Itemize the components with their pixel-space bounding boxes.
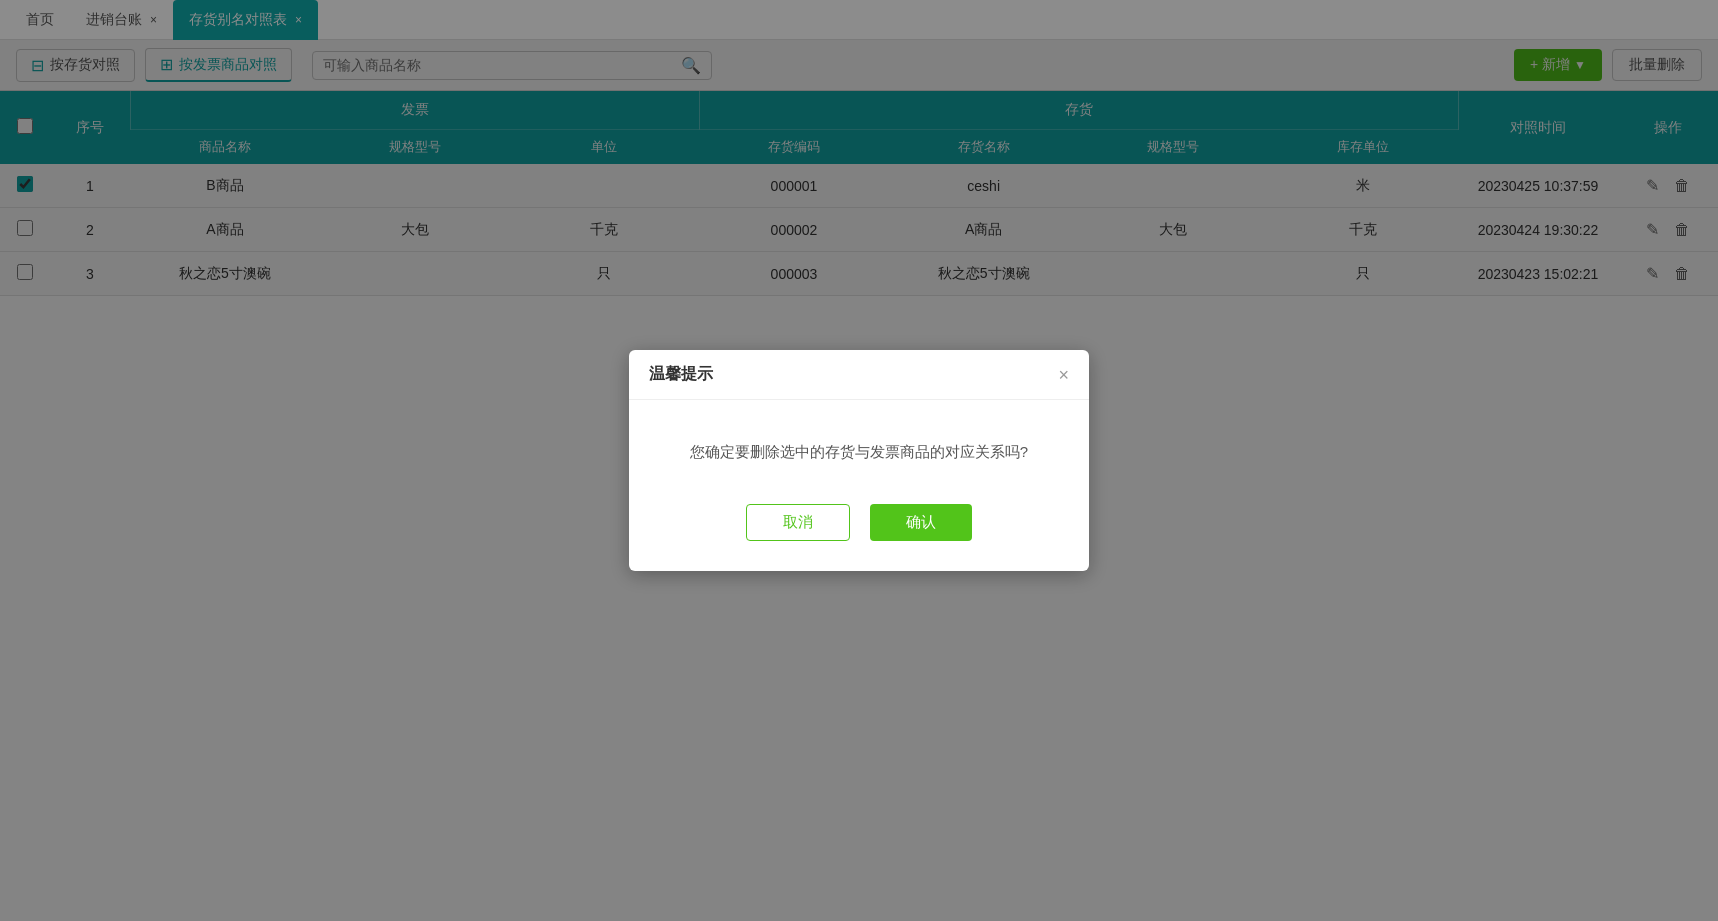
dialog-overlay: 温馨提示 × 您确定要删除选中的存货与发票商品的对应关系吗? 取消 确认 xyxy=(0,0,1718,296)
